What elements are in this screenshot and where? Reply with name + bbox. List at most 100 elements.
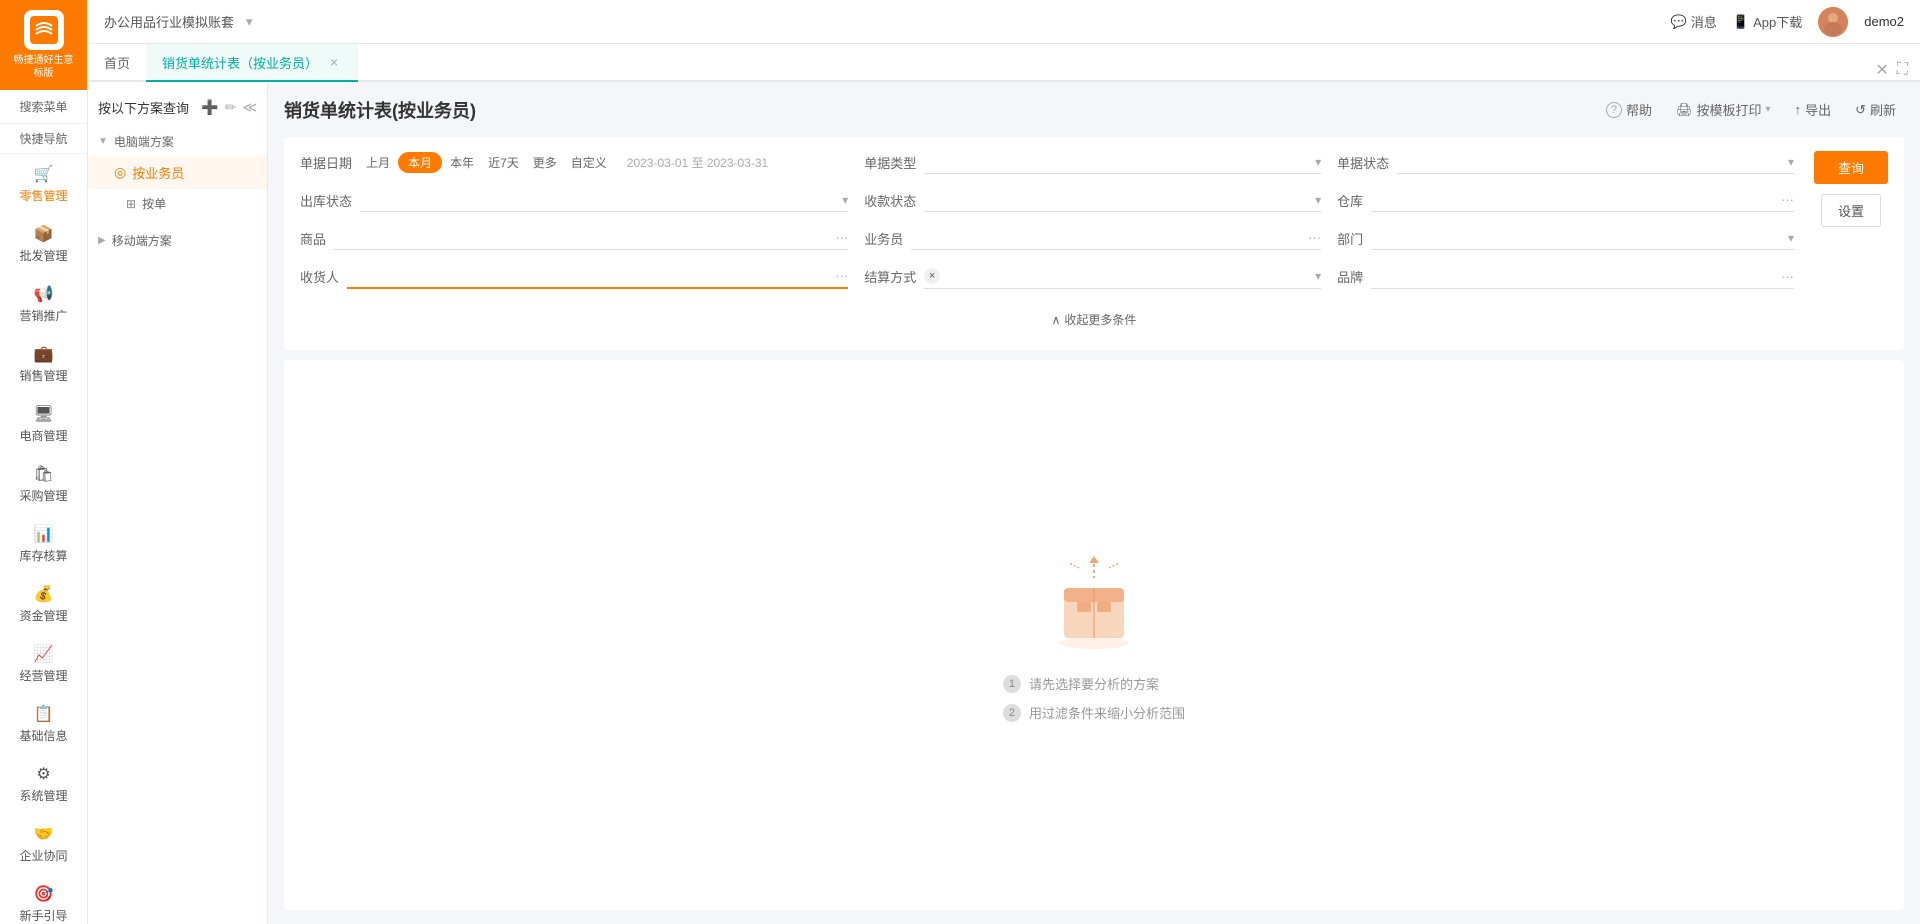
sidebar-item-basic[interactable]: 📋 基础信息 <box>0 694 87 754</box>
warehouse-dots: ··· <box>1781 192 1794 207</box>
sidebar-item-ecommerce[interactable]: 🖥 电商管理 <box>0 394 87 454</box>
payment-status-filter: 收款状态 ▾ <box>864 189 1321 212</box>
edit-scheme-button[interactable]: ✏ <box>225 99 237 116</box>
date-tab-custom[interactable]: 自定义 <box>565 152 613 173</box>
help-button[interactable]: ? 帮助 <box>1598 96 1660 123</box>
page-title: 销货单统计表(按业务员) <box>284 97 476 123</box>
salesperson-scheme-item[interactable]: ◎ 按业务员 <box>88 156 267 189</box>
date-tab-this-year[interactable]: 本年 <box>444 152 480 173</box>
refresh-icon: ↺ <box>1855 102 1866 118</box>
collapse-panel-button[interactable]: ≪ <box>242 99 257 116</box>
payment-status-arrow: ▾ <box>1315 193 1321 207</box>
breadcrumb: 办公用品行业模拟账套 <box>104 12 234 31</box>
page-actions: ? 帮助 🖨 按模板打印 ▾ ↑ 导出 ↺ 刷新 <box>1598 96 1904 123</box>
mobile-section-arrow: ▶ <box>98 235 106 246</box>
enterprise-icon: 🤝 <box>34 824 54 844</box>
query-button[interactable]: 查询 <box>1814 151 1888 184</box>
empty-tip-1: 1 请先选择要分析的方案 <box>1003 674 1185 693</box>
sidebar: 畅捷通好生意 标版 搜索菜单 快捷导航 🛒 零售管理 📦 批发管理 📢 营销推广… <box>0 0 88 924</box>
export-button[interactable]: ↑ 导出 <box>1787 96 1840 123</box>
app-logo[interactable]: 畅捷通好生意 标版 <box>0 0 87 90</box>
sidebar-item-system[interactable]: ⚙ 系统管理 <box>0 754 87 814</box>
tab-sales-stats[interactable]: 销货单统计表（按业务员） × <box>146 44 358 82</box>
collapse-icon: ∧ <box>1052 313 1061 327</box>
tab-close-button[interactable]: × <box>326 54 342 70</box>
window-minimize-icon[interactable]: ✕ <box>1875 60 1888 80</box>
refresh-button[interactable]: ↺ 刷新 <box>1847 96 1904 123</box>
finance-icon: 💰 <box>34 584 54 604</box>
salesperson-scheme-icon: ◎ <box>114 164 126 181</box>
salesperson-filter: 业务员 ··· <box>864 226 1321 250</box>
mobile-section-title[interactable]: ▶ 移动端方案 <box>88 226 267 255</box>
print-icon: 🖨 <box>1676 102 1693 118</box>
doc-type-dropdown[interactable]: ▾ <box>924 151 1321 174</box>
goods-input[interactable]: ··· <box>334 226 848 250</box>
date-tab-more[interactable]: 更多 <box>527 152 563 173</box>
date-tab-last-7days[interactable]: 近7天 <box>482 152 525 173</box>
app-download-button[interactable]: 📱 App下载 <box>1733 12 1802 31</box>
wholesale-icon: 📦 <box>34 224 54 244</box>
sidebar-shortcut[interactable]: 快捷导航 <box>0 124 87 154</box>
window-controls: ✕ ⛶ <box>1863 60 1920 80</box>
goods-filter: 商品 ··· <box>300 226 848 250</box>
tabs-container: 首页 销货单统计表（按业务员） × <box>88 44 358 80</box>
sidebar-item-enterprise[interactable]: 🤝 企业协同 <box>0 814 87 874</box>
doc-status-arrow: ▾ <box>1788 155 1794 169</box>
goods-label: 商品 <box>300 229 326 248</box>
goods-dots: ··· <box>835 230 848 245</box>
message-button[interactable]: 💬 消息 <box>1671 12 1717 31</box>
date-tabs: 上月 本月 本年 近7天 更多 自定义 <box>360 152 613 173</box>
ship-status-dropdown[interactable]: ▾ <box>360 189 848 212</box>
sidebar-item-purchase[interactable]: 🛍 采购管理 <box>0 454 87 514</box>
sidebar-item-finance[interactable]: 💰 资金管理 <box>0 574 87 634</box>
download-icon: 📱 <box>1733 14 1749 30</box>
sidebar-item-sales[interactable]: 💼 销售管理 <box>0 334 87 394</box>
doc-status-dropdown[interactable]: ▾ <box>1397 151 1794 174</box>
newguide-icon: 🎯 <box>34 884 54 904</box>
marketing-icon: 📢 <box>34 284 54 304</box>
doc-status-label: 单据状态 <box>1337 153 1389 172</box>
department-arrow: ▾ <box>1788 231 1794 245</box>
desktop-section-title[interactable]: ▼ 电脑端方案 <box>88 127 267 156</box>
consignee-filter: 收货人 ··· <box>300 264 848 289</box>
brand-input[interactable]: ··· <box>1371 265 1794 289</box>
consignee-dots: ··· <box>835 268 848 283</box>
settlement-input[interactable]: × ▾ <box>924 264 1321 289</box>
settlement-arrow: ▾ <box>1315 269 1321 283</box>
empty-tip-2: 2 用过滤条件来缩小分析范围 <box>1003 703 1185 722</box>
filter-buttons: 查询 设置 <box>1804 151 1888 227</box>
by-order-scheme-item[interactable]: ⊞ 按单 <box>88 189 267 218</box>
sidebar-item-retail[interactable]: 🛒 零售管理 <box>0 154 87 214</box>
add-scheme-button[interactable]: ➕ <box>201 99 218 116</box>
content-area: 按以下方案查询 ➕ ✏ ≪ ▼ 电脑端方案 ◎ 按业务员 ⊞ 按 <box>88 82 1920 924</box>
date-tab-last-month[interactable]: 上月 <box>360 152 396 173</box>
payment-status-dropdown[interactable]: ▾ <box>924 189 1321 212</box>
user-avatar[interactable] <box>1818 7 1848 37</box>
sidebar-search[interactable]: 搜索菜单 <box>0 90 87 124</box>
sidebar-item-wholesale[interactable]: 📦 批发管理 <box>0 214 87 274</box>
warehouse-input[interactable]: ··· <box>1371 188 1794 212</box>
sidebar-item-marketing[interactable]: 📢 营销推广 <box>0 274 87 334</box>
settings-button[interactable]: 设置 <box>1821 194 1881 227</box>
date-tab-this-month[interactable]: 本月 <box>398 152 442 173</box>
main-area: 办公用品行业模拟账套 ▾ 💬 消息 📱 App下载 demo2 <box>88 0 1920 924</box>
left-panel-actions: ➕ ✏ ≪ <box>201 99 257 116</box>
collapse-button[interactable]: ∧ 收起更多条件 <box>1040 307 1149 332</box>
sidebar-item-inventory[interactable]: 📊 库存核算 <box>0 514 87 574</box>
consignee-input[interactable]: ··· <box>347 264 848 289</box>
sidebar-item-operations[interactable]: 📈 经营管理 <box>0 634 87 694</box>
warehouse-label: 仓库 <box>1337 191 1363 210</box>
ecommerce-icon: 🖥 <box>33 404 53 424</box>
breadcrumb-arrow[interactable]: ▾ <box>246 14 253 30</box>
window-maximize-icon[interactable]: ⛶ <box>1897 61 1908 79</box>
department-dropdown[interactable]: ▾ <box>1371 227 1794 250</box>
salesperson-input[interactable]: ··· <box>911 226 1321 250</box>
consignee-label: 收货人 <box>300 267 339 286</box>
settlement-clear-button[interactable]: × <box>924 268 940 284</box>
topbar-right: 💬 消息 📱 App下载 demo2 <box>1671 7 1904 37</box>
tab-home[interactable]: 首页 <box>88 44 146 82</box>
system-icon: ⚙ <box>36 764 50 784</box>
sidebar-item-newguide[interactable]: 🎯 新手引导 <box>0 874 87 924</box>
operations-icon: 📈 <box>34 644 54 664</box>
print-button[interactable]: 🖨 按模板打印 ▾ <box>1668 96 1779 123</box>
